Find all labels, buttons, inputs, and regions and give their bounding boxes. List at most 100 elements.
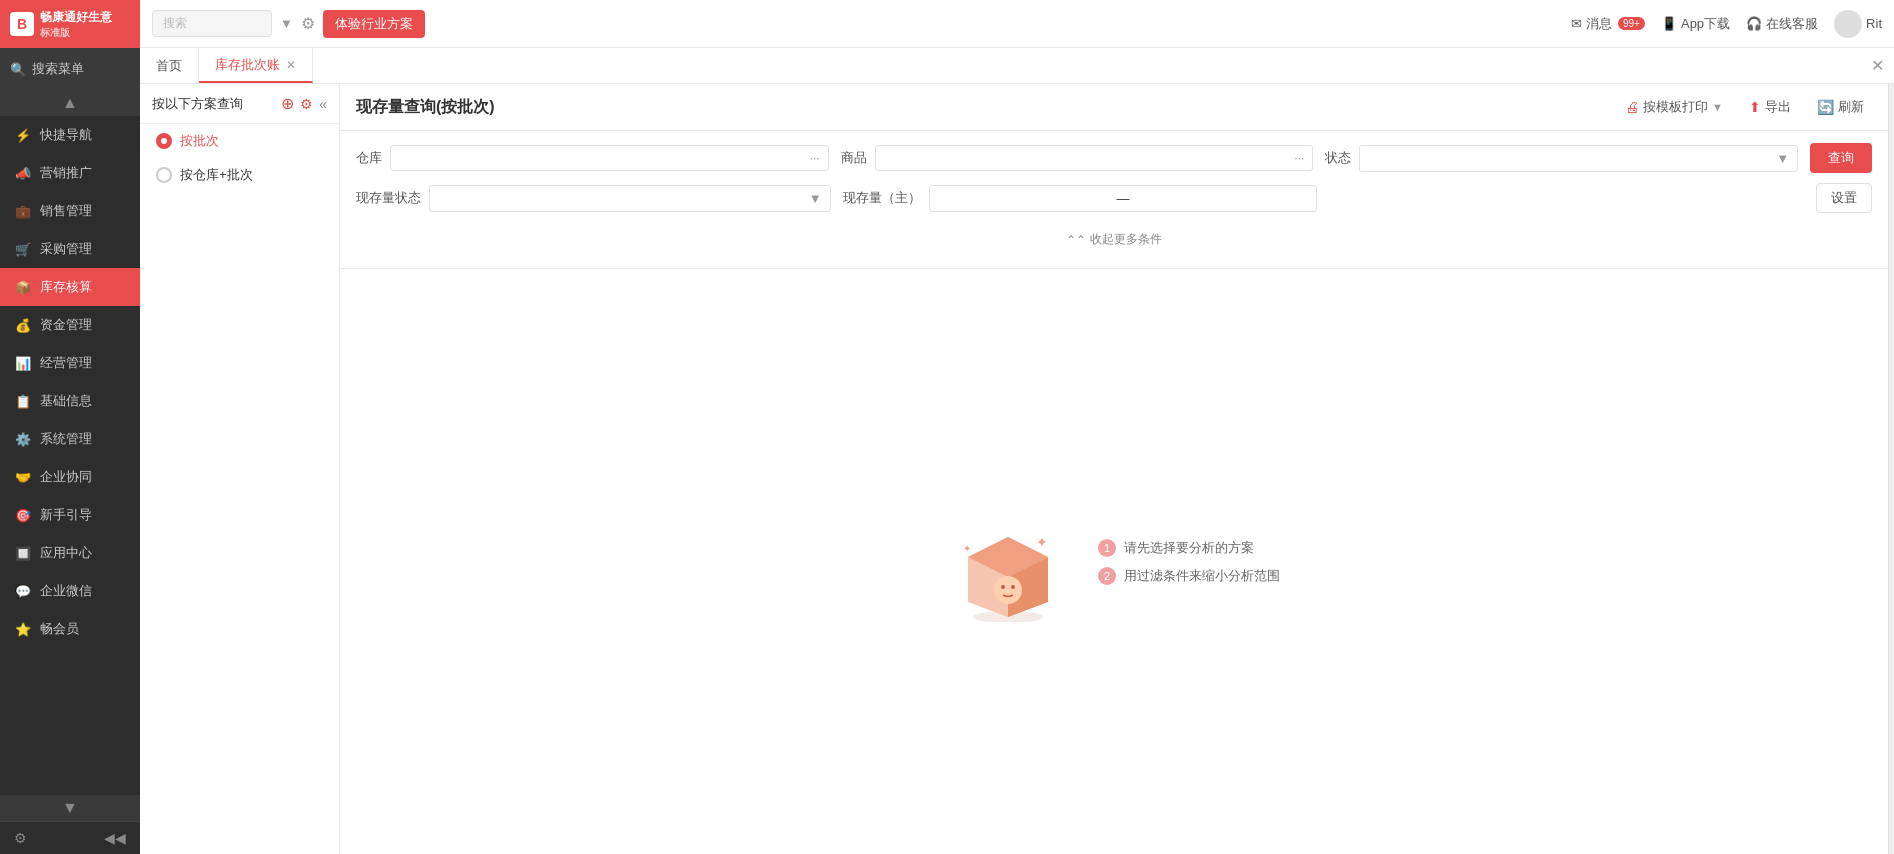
sidebar-label-sales: 销售管理: [40, 202, 92, 220]
scroll-down-btn[interactable]: ▼: [0, 795, 140, 821]
product-input[interactable]: ···: [875, 145, 1314, 171]
user-profile-btn[interactable]: Rit: [1834, 10, 1882, 38]
sidebar-item-wechat[interactable]: 💬 企业微信: [0, 572, 140, 610]
sales-icon: 💼: [14, 202, 32, 220]
online-service-btn[interactable]: 🎧 在线客服: [1746, 15, 1818, 33]
messages-label: 消息: [1586, 15, 1612, 33]
add-scheme-icon[interactable]: ⊕: [281, 94, 294, 113]
hint-num-2-text: 2: [1104, 570, 1110, 582]
sidebar-label-quick-nav: 快捷导航: [40, 126, 92, 144]
settings-footer-icon[interactable]: ⚙: [14, 830, 27, 846]
sidebar-item-inventory[interactable]: 📦 库存核算: [0, 268, 140, 306]
print-template-btn[interactable]: 🖨 按模板打印 ▼: [1617, 94, 1731, 120]
status-select[interactable]: ▼: [1359, 145, 1798, 172]
inventory-status-dropdown-icon: ▼: [809, 191, 822, 206]
tab-batch-account[interactable]: 库存批次账 ✕: [199, 48, 313, 83]
content-area: 按以下方案查询 ⊕ ⚙ « 按批次 按仓库+批次: [140, 84, 1894, 854]
sidebar-item-finance[interactable]: 💰 资金管理: [0, 306, 140, 344]
empty-state-content: ✦ ✦ 1 请先选择要分析的方案: [948, 502, 1280, 622]
page-header: 现存量查询(按批次) 🖨 按模板打印 ▼ ⬆ 导出 🔄 刷新: [340, 84, 1888, 131]
sidebar-item-apps[interactable]: 🔲 应用中心: [0, 534, 140, 572]
sidebar-item-enterprise[interactable]: 🤝 企业协同: [0, 458, 140, 496]
messages-btn[interactable]: ✉ 消息 99+: [1571, 15, 1645, 33]
refresh-btn[interactable]: 🔄 刷新: [1809, 94, 1872, 120]
collapse-sidebar-icon[interactable]: ◀◀: [104, 830, 126, 846]
sidebar-label-inventory: 库存核算: [40, 278, 92, 296]
sidebar-label-finance: 资金管理: [40, 316, 92, 334]
refresh-label: 刷新: [1838, 98, 1864, 116]
topbar-settings-icon[interactable]: ⚙: [301, 14, 315, 33]
topbar-left: 搜索 ▼ ⚙ 体验行业方案: [152, 10, 1561, 38]
scheme-settings-icon[interactable]: ⚙: [300, 96, 313, 112]
close-all-tabs-icon[interactable]: ✕: [1871, 56, 1884, 75]
right-scrollbar[interactable]: [1888, 84, 1894, 854]
sidebar-item-system[interactable]: ⚙️ 系统管理: [0, 420, 140, 458]
search-menu-item[interactable]: 🔍 搜索菜单: [10, 56, 130, 82]
sidebar-label-system: 系统管理: [40, 430, 92, 448]
export-btn[interactable]: ⬆ 导出: [1741, 94, 1799, 120]
filter-row-2: 现存量状态 ▼ 现存量（主） — 设置: [356, 183, 1872, 213]
print-dropdown-icon[interactable]: ▼: [1712, 101, 1723, 113]
logo-icon: B: [10, 12, 34, 36]
left-panel: 按以下方案查询 ⊕ ⚙ « 按批次 按仓库+批次: [140, 84, 340, 854]
query-btn[interactable]: 查询: [1810, 143, 1872, 173]
product-label: 商品: [841, 149, 867, 167]
settings-btn[interactable]: 设置: [1816, 183, 1872, 213]
empty-hints: 1 请先选择要分析的方案 2 用过滤条件来缩小分析范围: [1098, 539, 1280, 585]
sidebar-footer: ⚙ ◀◀: [0, 821, 140, 854]
warehouse-input[interactable]: ···: [390, 145, 829, 171]
left-panel-header: 按以下方案查询 ⊕ ⚙ «: [140, 84, 339, 124]
scheme-dot-inactive: [156, 167, 172, 183]
scheme-by-batch-label: 按批次: [180, 132, 219, 150]
user-name: Rit: [1866, 16, 1882, 31]
warehouse-label: 仓库: [356, 149, 382, 167]
tab-close-batch-account[interactable]: ✕: [286, 58, 296, 72]
sidebar-label-newbie: 新手引导: [40, 506, 92, 524]
scroll-up-btn[interactable]: ▲: [0, 90, 140, 116]
print-icon: 🖨: [1625, 99, 1639, 115]
sidebar-item-marketing[interactable]: 📣 营销推广: [0, 154, 140, 192]
collapse-panel-icon[interactable]: «: [319, 96, 327, 112]
tab-home[interactable]: 首页: [140, 48, 199, 83]
search-menu-area[interactable]: 🔍 搜索菜单: [0, 48, 140, 90]
hint-text-1: 请先选择要分析的方案: [1124, 539, 1254, 557]
print-template-label: 按模板打印: [1643, 98, 1708, 116]
scheme-by-batch[interactable]: 按批次: [140, 124, 339, 158]
inventory-qty-range[interactable]: —: [929, 185, 1318, 212]
brand-name: 畅康通好生意: [40, 9, 112, 26]
inventory-status-select[interactable]: ▼: [429, 185, 831, 212]
page-title: 现存量查询(按批次): [356, 97, 495, 118]
sidebar-item-basic[interactable]: 📋 基础信息: [0, 382, 140, 420]
sidebar-item-members[interactable]: ⭐ 畅会员: [0, 610, 140, 648]
sidebar-item-quick-nav[interactable]: ⚡ 快捷导航: [0, 116, 140, 154]
scheme-panel-title: 按以下方案查询: [152, 95, 243, 113]
sidebar: B 畅康通好生意 标准版 🔍 搜索菜单 ▲ ⚡ 快捷导航 📣 营销推广 💼 销售…: [0, 0, 140, 854]
app-download-btn[interactable]: 📱 App下载: [1661, 15, 1730, 33]
headset-icon: 🎧: [1746, 16, 1762, 31]
experience-industry-btn[interactable]: 体验行业方案: [323, 10, 425, 38]
sidebar-label-apps: 应用中心: [40, 544, 92, 562]
filter-area: 仓库 ··· 商品 ··· 状态: [340, 131, 1888, 269]
empty-illustration: ✦ ✦: [948, 502, 1068, 622]
sidebar-item-newbie[interactable]: 🎯 新手引导: [0, 496, 140, 534]
filter-status: 状态 ▼: [1325, 145, 1798, 172]
sidebar-nav: ⚡ 快捷导航 📣 营销推广 💼 销售管理 🛒 采购管理 📦 库存核算 💰 资金管…: [0, 116, 140, 795]
search-menu-label: 搜索菜单: [32, 60, 84, 78]
sidebar-item-operations[interactable]: 📊 经营管理: [0, 344, 140, 382]
face-circle: [994, 576, 1022, 604]
inventory-qty-value: —: [1117, 191, 1130, 206]
topbar-dropdown-icon[interactable]: ▼: [280, 16, 293, 31]
hint-num-1: 1: [1098, 539, 1116, 557]
collapse-chevron-icon: ⌃⌃: [1066, 233, 1086, 247]
sidebar-item-sales[interactable]: 💼 销售管理: [0, 192, 140, 230]
scheme-dot-active: [156, 133, 172, 149]
sidebar-label-purchase: 采购管理: [40, 240, 92, 258]
empty-svg: ✦ ✦: [948, 502, 1068, 622]
purchase-icon: 🛒: [14, 240, 32, 258]
collapse-conditions-btn[interactable]: ⌃⌃ 收起更多条件: [356, 223, 1872, 256]
scheme-by-warehouse-batch[interactable]: 按仓库+批次: [140, 158, 339, 192]
scheme-header-actions: ⊕ ⚙ «: [281, 94, 327, 113]
messages-badge: 99+: [1618, 17, 1645, 30]
sidebar-item-purchase[interactable]: 🛒 采购管理: [0, 230, 140, 268]
collapse-label: 收起更多条件: [1090, 231, 1162, 248]
